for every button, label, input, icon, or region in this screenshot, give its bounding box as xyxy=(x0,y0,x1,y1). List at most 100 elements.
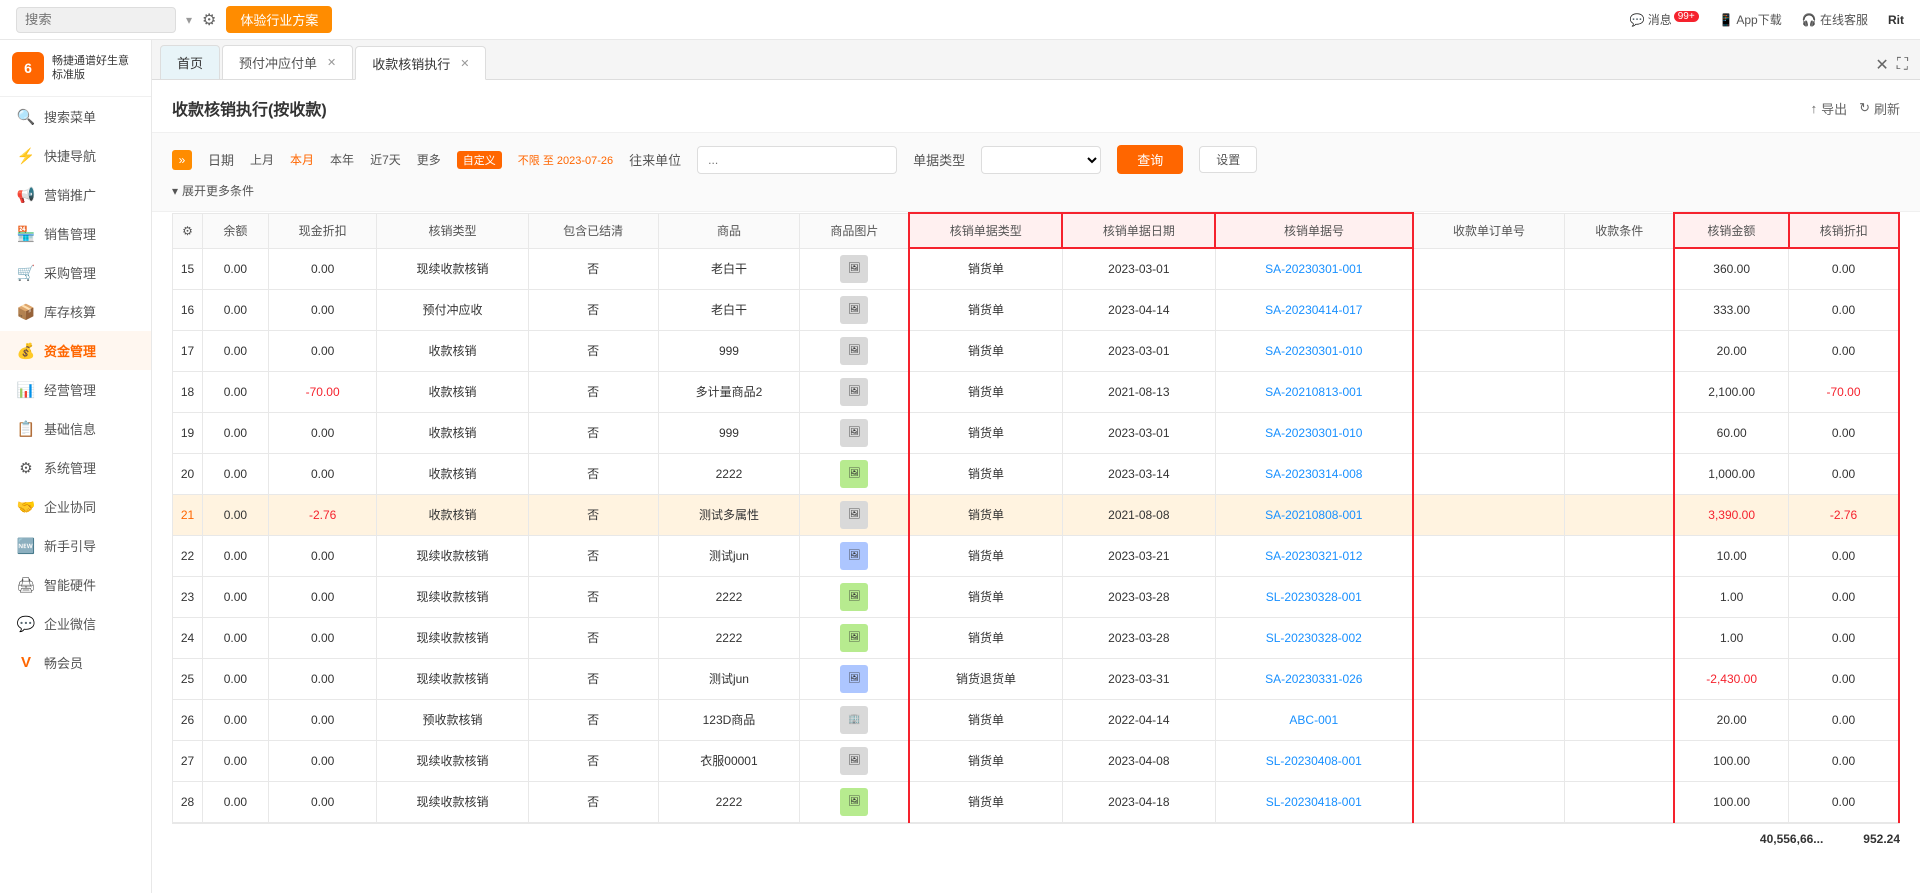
table-row: 280.000.00现续收款核销否2222🖼销货单2023-04-18SL-20… xyxy=(173,781,1900,822)
main-content: 首页 预付冲应付单 ✕ 收款核销执行 ✕ ✕ ⛶ 收款核销执行(按收款) xyxy=(152,40,1920,893)
date-7days[interactable]: 近7天 xyxy=(370,151,401,168)
th-include-settled: 包含已结清 xyxy=(528,213,658,248)
th-cancel-type: 核销类型 xyxy=(377,213,528,248)
sidebar-item-enterprise[interactable]: 🤝 企业协同 xyxy=(0,487,151,526)
user-name: Rit xyxy=(1888,13,1904,27)
tab-prepay-close[interactable]: ✕ xyxy=(327,56,336,69)
table-row: 170.000.00收款核销否999🖼销货单2023-03-01SA-20230… xyxy=(173,330,1900,371)
table-area: ⚙ 余额 现金折扣 核销类型 包含已结清 商品 商品图片 核销单据类型 核销单据… xyxy=(152,212,1920,874)
page-area: 收款核销执行(按收款) ↑ 导出 ↻ 刷新 » 日期 上月 xyxy=(152,80,1920,893)
search-input[interactable] xyxy=(16,7,176,33)
finance-icon: 💰 xyxy=(16,342,36,360)
tab-fullscreen-icon[interactable]: ⛶ xyxy=(1897,56,1908,74)
sidebar-item-operations[interactable]: 📊 经营管理 xyxy=(0,370,151,409)
inventory-icon: 📦 xyxy=(16,303,36,321)
th-goods-image: 商品图片 xyxy=(800,213,909,248)
table-row: 190.000.00收款核销否999🖼销货单2023-03-01SA-20230… xyxy=(173,412,1900,453)
sidebar-item-quicknav[interactable]: ⚡ 快捷导航 xyxy=(0,136,151,175)
tab-prepay[interactable]: 预付冲应付单 ✕ xyxy=(222,45,353,79)
table-row: 210.00-2.76收款核销否测试多属性🖼销货单2021-08-08SA-20… xyxy=(173,494,1900,535)
th-gear[interactable]: ⚙ xyxy=(173,213,203,248)
total-amount: 40,556,66... xyxy=(1760,832,1823,846)
table-row: 220.000.00现续收款核销否测试jun🖼销货单2023-03-21SA-2… xyxy=(173,535,1900,576)
voucher-type-select[interactable] xyxy=(981,146,1101,174)
export-icon: ↑ xyxy=(1811,101,1818,116)
th-goods: 商品 xyxy=(658,213,800,248)
sidebar-item-wechat[interactable]: 💬 企业微信 xyxy=(0,604,151,643)
sidebar-item-vip[interactable]: V 畅会员 xyxy=(0,643,151,682)
tab-receipt-cancel[interactable]: 收款核销执行 ✕ xyxy=(355,46,486,80)
table-row: 250.000.00现续收款核销否测试jun🖼销货退货单2023-03-31SA… xyxy=(173,658,1900,699)
sidebar-item-system[interactable]: ⚙ 系统管理 xyxy=(0,448,151,487)
th-receipt-condition: 收款条件 xyxy=(1565,213,1674,248)
total-discount: 952.24 xyxy=(1863,832,1900,846)
sidebar-item-sales[interactable]: 🏪 销售管理 xyxy=(0,214,151,253)
quicknav-icon: ⚡ xyxy=(16,147,36,165)
table-body: 150.000.00现续收款核销否老白干🖼销货单2023-03-01SA-202… xyxy=(173,248,1900,822)
partner-filter-label: 往来单位 xyxy=(629,150,681,169)
top-bar: ▾ ⚙ 体验行业方案 💬 消息99+ 📱 App下载 🎧 在线客服 Rit xyxy=(0,0,1920,40)
table-row: 240.000.00现续收款核销否2222🖼销货单2023-03-28SL-20… xyxy=(173,617,1900,658)
table-row: 150.000.00现续收款核销否老白干🖼销货单2023-03-01SA-202… xyxy=(173,248,1900,289)
th-cancel-date: 核销单据日期 xyxy=(1062,213,1215,248)
marketing-icon: 📢 xyxy=(16,186,36,204)
table-row: 270.000.00现续收款核销否衣服00001🖼销货单2023-04-08SL… xyxy=(173,740,1900,781)
sidebar-item-inventory[interactable]: 📦 库存核算 xyxy=(0,292,151,331)
app-download-button[interactable]: 📱 App下载 xyxy=(1719,11,1782,28)
date-this-month[interactable]: 本月 xyxy=(290,151,314,168)
page-header-actions: ↑ 导出 ↻ 刷新 xyxy=(1811,99,1900,118)
partner-input[interactable] xyxy=(697,146,897,174)
page-header: 收款核销执行(按收款) ↑ 导出 ↻ 刷新 xyxy=(152,80,1920,133)
table-row: 180.00-70.00收款核销否多计量商品2🖼销货单2021-08-13SA-… xyxy=(173,371,1900,412)
date-custom-button[interactable]: 自定义 xyxy=(457,151,502,169)
tab-home[interactable]: 首页 xyxy=(160,45,220,79)
sidebar-item-smarthw[interactable]: 🖨 智能硬件 xyxy=(0,565,151,604)
th-cash-discount: 现金折扣 xyxy=(268,213,377,248)
system-icon: ⚙ xyxy=(16,459,36,477)
sidebar-item-finance[interactable]: 💰 资金管理 xyxy=(0,331,151,370)
main-table: ⚙ 余额 现金折扣 核销类型 包含已结清 商品 商品图片 核销单据类型 核销单据… xyxy=(172,212,1900,823)
date-this-year[interactable]: 本年 xyxy=(330,151,354,168)
operations-icon: 📊 xyxy=(16,381,36,399)
th-cancel-voucher-type: 核销单据类型 xyxy=(909,213,1062,248)
online-service-button[interactable]: 🎧 在线客服 xyxy=(1802,11,1868,28)
page-title: 收款核销执行(按收款) xyxy=(172,96,327,120)
guide-icon: 🆕 xyxy=(16,537,36,555)
table-row: 260.000.00预收款核销否123D商品🏢销货单2022-04-14ABC-… xyxy=(173,699,1900,740)
messages-button[interactable]: 💬 消息99+ xyxy=(1629,11,1698,28)
th-cancel-discount: 核销折扣 xyxy=(1789,213,1899,248)
sidebar-item-marketing[interactable]: 📢 营销推广 xyxy=(0,175,151,214)
filter-toggle-button[interactable]: » xyxy=(172,150,192,170)
sidebar-item-guide[interactable]: 🆕 新手引导 xyxy=(0,526,151,565)
voucher-type-label: 单据类型 xyxy=(913,150,965,169)
tab-close-all-icon[interactable]: ✕ xyxy=(1875,55,1888,75)
settings-button[interactable]: 设置 xyxy=(1199,146,1257,173)
logo-icon: 6 xyxy=(12,52,44,84)
table-footer: 40,556,66... 952.24 xyxy=(172,823,1900,854)
tab-receipt-cancel-close[interactable]: ✕ xyxy=(460,57,469,70)
sidebar-logo: 6 畅捷通谱好生意 标准版 xyxy=(0,40,151,97)
date-last-month[interactable]: 上月 xyxy=(250,151,274,168)
sidebar-item-purchase[interactable]: 🛒 采购管理 xyxy=(0,253,151,292)
gear-icon[interactable]: ⚙ xyxy=(202,10,216,30)
query-button[interactable]: 查询 xyxy=(1117,145,1183,174)
table-row: 160.000.00预付冲应收否老白干🖼销货单2023-04-14SA-2023… xyxy=(173,289,1900,330)
solution-button[interactable]: 体验行业方案 xyxy=(226,6,332,33)
export-button[interactable]: ↑ 导出 xyxy=(1811,99,1848,118)
enterprise-icon: 🤝 xyxy=(16,498,36,516)
th-balance: 余额 xyxy=(203,213,269,248)
app-layout: 6 畅捷通谱好生意 标准版 🔍 搜索菜单 ⚡ 快捷导航 📢 营销推广 🏪 销售管… xyxy=(0,40,1920,893)
sidebar-item-basics[interactable]: 📋 基础信息 xyxy=(0,409,151,448)
filter-area: » 日期 上月 本月 本年 近7天 更多 自定义 不限 至 2023-07-26… xyxy=(152,133,1920,212)
search-menu-icon: 🔍 xyxy=(16,108,36,126)
expand-conditions-button[interactable]: ▾ 展开更多条件 xyxy=(172,182,1900,199)
refresh-button[interactable]: ↻ 刷新 xyxy=(1859,99,1900,118)
sidebar-item-search[interactable]: 🔍 搜索菜单 xyxy=(0,97,151,136)
date-range-hint: 不限 至 2023-07-26 xyxy=(518,152,613,168)
th-cancel-no: 核销单据号 xyxy=(1215,213,1412,248)
dropdown-arrow[interactable]: ▾ xyxy=(186,13,192,27)
logo-text: 畅捷通谱好生意 标准版 xyxy=(52,54,129,83)
messages-badge: 99+ xyxy=(1674,11,1699,22)
date-more[interactable]: 更多 xyxy=(417,151,441,168)
wechat-icon: 💬 xyxy=(16,615,36,633)
